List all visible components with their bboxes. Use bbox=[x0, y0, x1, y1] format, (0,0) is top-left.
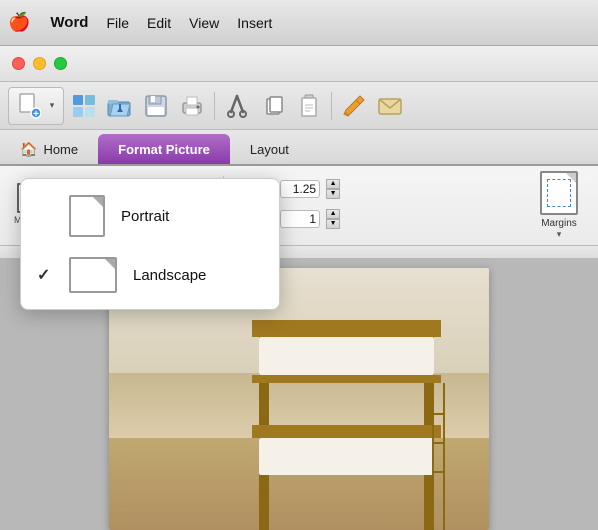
tab-format-label: Format Picture bbox=[118, 142, 210, 157]
landscape-icon bbox=[69, 257, 117, 293]
minimize-button[interactable] bbox=[33, 57, 46, 70]
menu-bar: 🍎 Word File Edit View Insert bbox=[0, 0, 598, 46]
margins-large-button[interactable]: Margins ▾ bbox=[530, 167, 588, 244]
close-button[interactable] bbox=[12, 57, 25, 70]
tab-home-label: Home bbox=[43, 142, 78, 157]
landscape-option[interactable]: ✓ Landscape bbox=[21, 247, 279, 303]
new-document-button[interactable]: + bbox=[13, 90, 45, 122]
mail-button[interactable] bbox=[374, 90, 406, 122]
window-titlebar bbox=[0, 46, 598, 82]
open-button[interactable] bbox=[104, 90, 136, 122]
top-margin-input[interactable] bbox=[280, 180, 320, 198]
portrait-option[interactable]: Portrait bbox=[21, 185, 279, 247]
print-button[interactable] bbox=[176, 90, 208, 122]
menu-edit[interactable]: Edit bbox=[139, 11, 179, 35]
landscape-label: Landscape bbox=[133, 267, 206, 284]
left-margin-down[interactable]: ▼ bbox=[326, 219, 340, 229]
home-icon: 🏠 bbox=[20, 141, 37, 158]
ribbon-tabs: 🏠 Home Format Picture Layout bbox=[0, 130, 598, 166]
top-margin-up[interactable]: ▲ bbox=[326, 179, 340, 189]
svg-text:+: + bbox=[33, 109, 39, 119]
left-margin-input[interactable] bbox=[280, 210, 320, 228]
paste-button[interactable] bbox=[293, 90, 325, 122]
tab-layout[interactable]: Layout bbox=[230, 134, 309, 164]
landscape-checkmark: ✓ bbox=[37, 265, 53, 285]
toolbar: + ▾ bbox=[0, 82, 598, 130]
menu-insert[interactable]: Insert bbox=[229, 11, 280, 35]
copy-button[interactable] bbox=[257, 90, 289, 122]
left-margin-up[interactable]: ▲ bbox=[326, 209, 340, 219]
tab-layout-label: Layout bbox=[250, 142, 289, 157]
menu-file[interactable]: File bbox=[98, 11, 137, 35]
save-button[interactable] bbox=[140, 90, 172, 122]
new-dropdown-arrow[interactable]: ▾ bbox=[45, 90, 59, 122]
style-button[interactable] bbox=[68, 90, 100, 122]
format-brush-button[interactable] bbox=[338, 90, 370, 122]
portrait-icon bbox=[69, 195, 105, 237]
tab-home[interactable]: 🏠 Home bbox=[0, 134, 98, 164]
apple-menu-icon[interactable]: 🍎 bbox=[8, 12, 30, 33]
cut-button[interactable] bbox=[221, 90, 253, 122]
orientation-dropdown: Portrait ✓ Landscape bbox=[20, 178, 280, 310]
portrait-label: Portrait bbox=[121, 208, 169, 225]
maximize-button[interactable] bbox=[54, 57, 67, 70]
app-name[interactable]: Word bbox=[42, 10, 96, 35]
menu-view[interactable]: View bbox=[181, 11, 227, 35]
top-margin-down[interactable]: ▼ bbox=[326, 189, 340, 199]
tab-format-picture[interactable]: Format Picture bbox=[98, 134, 230, 164]
